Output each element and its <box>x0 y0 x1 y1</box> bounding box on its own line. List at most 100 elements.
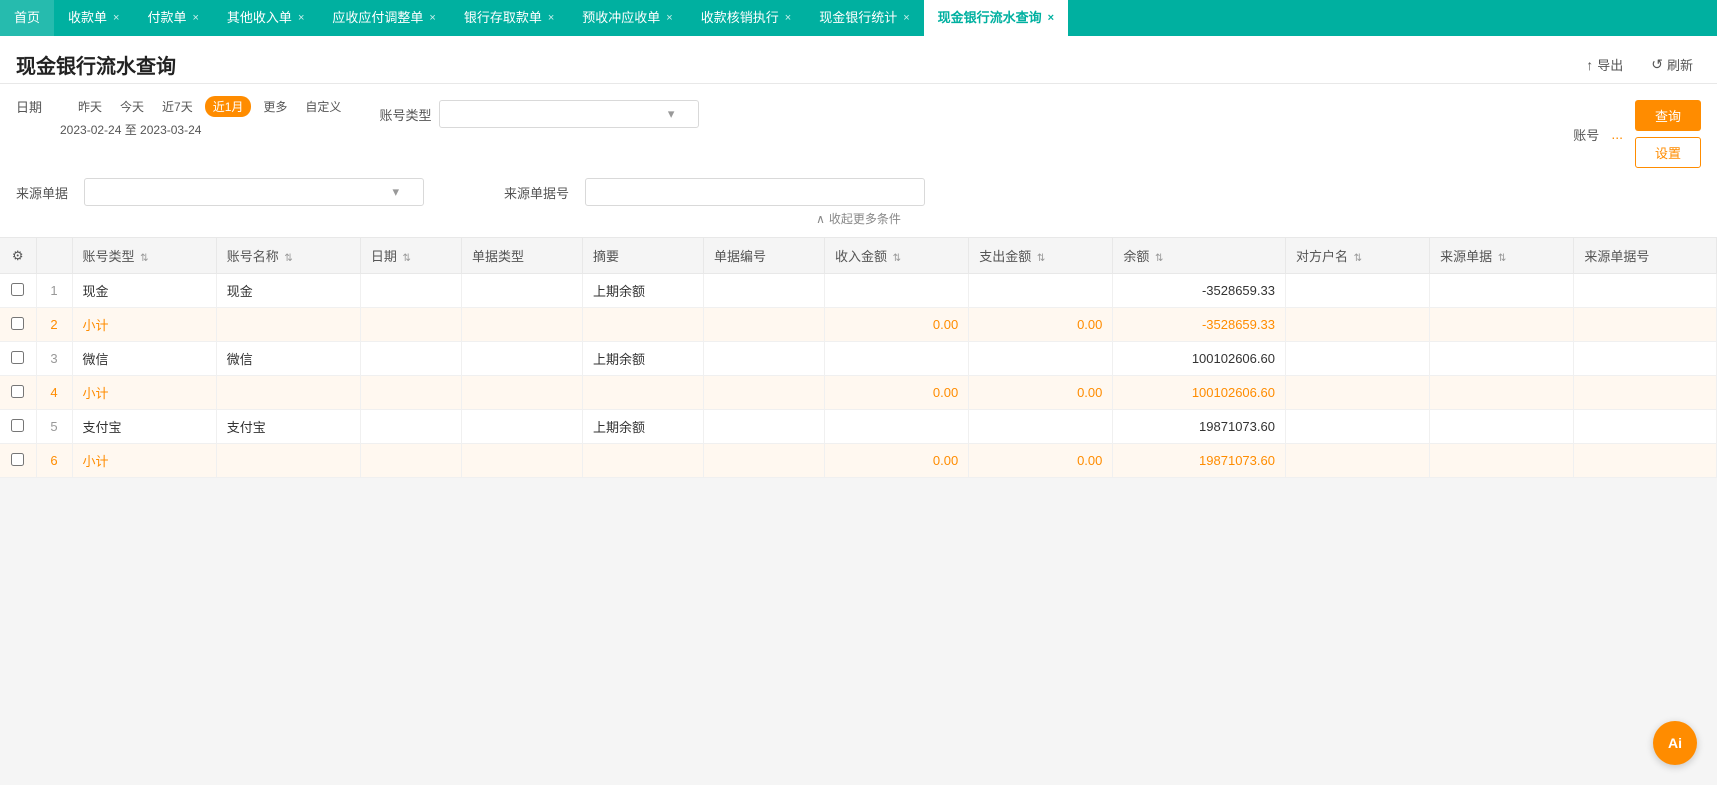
cell-account-type: 小计 <box>72 444 216 478</box>
refresh-button[interactable]: ↺ 刷新 <box>1643 51 1701 78</box>
cell-source-voucher-no <box>1574 274 1717 308</box>
sort-icon: ⇅ <box>403 253 411 264</box>
source-voucher-no-label: 来源单据号 <box>504 183 569 202</box>
nav-prepay-offset[interactable]: 预收冲应收单 × <box>568 0 686 36</box>
cell-expense <box>969 342 1113 376</box>
cell-counterpart <box>1285 444 1429 478</box>
nav-other-income[interactable]: 其他收入单 × <box>213 0 318 36</box>
date-btn-1month[interactable]: 近1月 <box>205 96 252 117</box>
close-icon[interactable]: × <box>298 0 304 36</box>
cell-counterpart <box>1285 376 1429 410</box>
col-expense[interactable]: 支出金额 ⇅ <box>969 238 1113 274</box>
row-checkbox[interactable] <box>0 444 36 478</box>
col-source-voucher-no: 来源单据号 <box>1574 238 1717 274</box>
cell-income: 0.00 <box>824 444 968 478</box>
col-date[interactable]: 日期 ⇅ <box>360 238 461 274</box>
nav-receipt[interactable]: 收款单 × <box>54 0 133 36</box>
cell-source-voucher <box>1430 444 1574 478</box>
row-checkbox[interactable] <box>0 410 36 444</box>
nav-home[interactable]: 首页 <box>0 0 54 36</box>
cell-source-voucher-no <box>1574 410 1717 444</box>
date-range-display: 2023-02-24 至 2023-03-24 <box>60 123 201 137</box>
date-btn-custom[interactable]: 自定义 <box>299 96 347 117</box>
account-ellipsis[interactable]: ... <box>1607 126 1627 142</box>
nav-payment[interactable]: 付款单 × <box>133 0 212 36</box>
cell-expense: 0.00 <box>969 444 1113 478</box>
col-account-name[interactable]: 账号名称 ⇅ <box>216 238 360 274</box>
cell-voucher-no <box>704 376 825 410</box>
row-checkbox[interactable] <box>0 274 36 308</box>
cell-voucher-type <box>462 444 583 478</box>
close-icon[interactable]: × <box>785 0 791 36</box>
row-number: 1 <box>36 274 72 308</box>
cell-income <box>824 410 968 444</box>
cell-voucher-type <box>462 274 583 308</box>
close-icon[interactable]: × <box>548 0 554 36</box>
col-income[interactable]: 收入金额 ⇅ <box>824 238 968 274</box>
page-title: 现金银行流水查询 <box>16 50 176 79</box>
account-type-label: 账号类型 <box>379 105 431 124</box>
account-type-select[interactable]: ▾ <box>439 100 699 128</box>
table-row: 2 小计 0.00 0.00 -3528659.33 <box>0 308 1717 342</box>
source-voucher-select[interactable]: ▾ <box>84 178 424 206</box>
export-button[interactable]: ↑ 导出 <box>1578 51 1631 78</box>
row-checkbox[interactable] <box>0 342 36 376</box>
sort-icon: ⇅ <box>893 253 901 264</box>
cell-summary: 上期余额 <box>583 274 704 308</box>
col-source-voucher[interactable]: 来源单据 ⇅ <box>1430 238 1574 274</box>
cell-balance: 19871073.60 <box>1113 410 1286 444</box>
collapse-bar[interactable]: ∧ 收起更多条件 <box>16 206 1701 229</box>
cell-voucher-type <box>462 308 583 342</box>
cell-balance: -3528659.33 <box>1113 274 1286 308</box>
settings-button[interactable]: 设置 <box>1635 137 1701 168</box>
close-icon[interactable]: × <box>429 0 435 36</box>
close-icon[interactable]: × <box>1048 0 1054 36</box>
col-summary: 摘要 <box>583 238 704 274</box>
cell-expense: 0.00 <box>969 308 1113 342</box>
close-icon[interactable]: × <box>666 0 672 36</box>
nav-bank-deposit[interactable]: 银行存取款单 × <box>450 0 568 36</box>
nav-cash-bank-flow[interactable]: 现金银行流水查询 × <box>924 0 1068 36</box>
nav-receipt-exec[interactable]: 收款核销执行 × <box>687 0 805 36</box>
data-table: ⚙ 账号类型 ⇅ 账号名称 ⇅ 日期 ⇅ 单据类型 摘要 <box>0 238 1717 478</box>
close-icon[interactable]: × <box>113 0 119 36</box>
source-voucher-no-input[interactable] <box>585 178 925 206</box>
close-icon[interactable]: × <box>903 0 909 36</box>
cell-counterpart <box>1285 410 1429 444</box>
cell-summary <box>583 308 704 342</box>
col-voucher-no: 单据编号 <box>704 238 825 274</box>
date-btn-more[interactable]: 更多 <box>257 96 293 117</box>
cell-date <box>360 274 461 308</box>
date-btn-yesterday[interactable]: 昨天 <box>72 96 108 117</box>
chevron-down-icon: ▾ <box>668 106 675 122</box>
account-label: 账号 <box>1573 125 1599 144</box>
cell-voucher-no <box>704 308 825 342</box>
filter-area: 日期 昨天 今天 近7天 近1月 更多 自定义 2023-02-24 至 202… <box>0 84 1717 238</box>
col-account-type[interactable]: 账号类型 ⇅ <box>72 238 216 274</box>
cell-income: 0.00 <box>824 308 968 342</box>
cell-balance: -3528659.33 <box>1113 308 1286 342</box>
cell-account-name: 微信 <box>216 342 360 376</box>
col-counterpart[interactable]: 对方户名 ⇅ <box>1285 238 1429 274</box>
date-btn-7days[interactable]: 近7天 <box>156 96 199 117</box>
cell-account-type: 支付宝 <box>72 410 216 444</box>
page-header: 现金银行流水查询 ↑ 导出 ↺ 刷新 <box>0 36 1717 84</box>
row-checkbox[interactable] <box>0 376 36 410</box>
nav-ar-ap-adjust[interactable]: 应收应付调整单 × <box>318 0 449 36</box>
col-settings[interactable]: ⚙ <box>0 238 36 274</box>
ai-assistant-button[interactable]: Ai <box>1653 721 1697 765</box>
nav-cash-bank-stat[interactable]: 现金银行统计 × <box>805 0 923 36</box>
col-balance[interactable]: 余额 ⇅ <box>1113 238 1286 274</box>
row-number: 6 <box>36 444 72 478</box>
cell-account-type: 小计 <box>72 376 216 410</box>
row-checkbox[interactable] <box>0 308 36 342</box>
sort-icon: ⇅ <box>1354 253 1362 264</box>
query-button[interactable]: 查询 <box>1635 100 1701 131</box>
close-icon[interactable]: × <box>192 0 198 36</box>
table-row: 6 小计 0.00 0.00 19871073.60 <box>0 444 1717 478</box>
cell-expense <box>969 274 1113 308</box>
source-voucher-label: 来源单据 <box>16 183 68 202</box>
date-btn-today[interactable]: 今天 <box>114 96 150 117</box>
chevron-down-icon: ▾ <box>392 184 399 200</box>
cell-summary <box>583 444 704 478</box>
